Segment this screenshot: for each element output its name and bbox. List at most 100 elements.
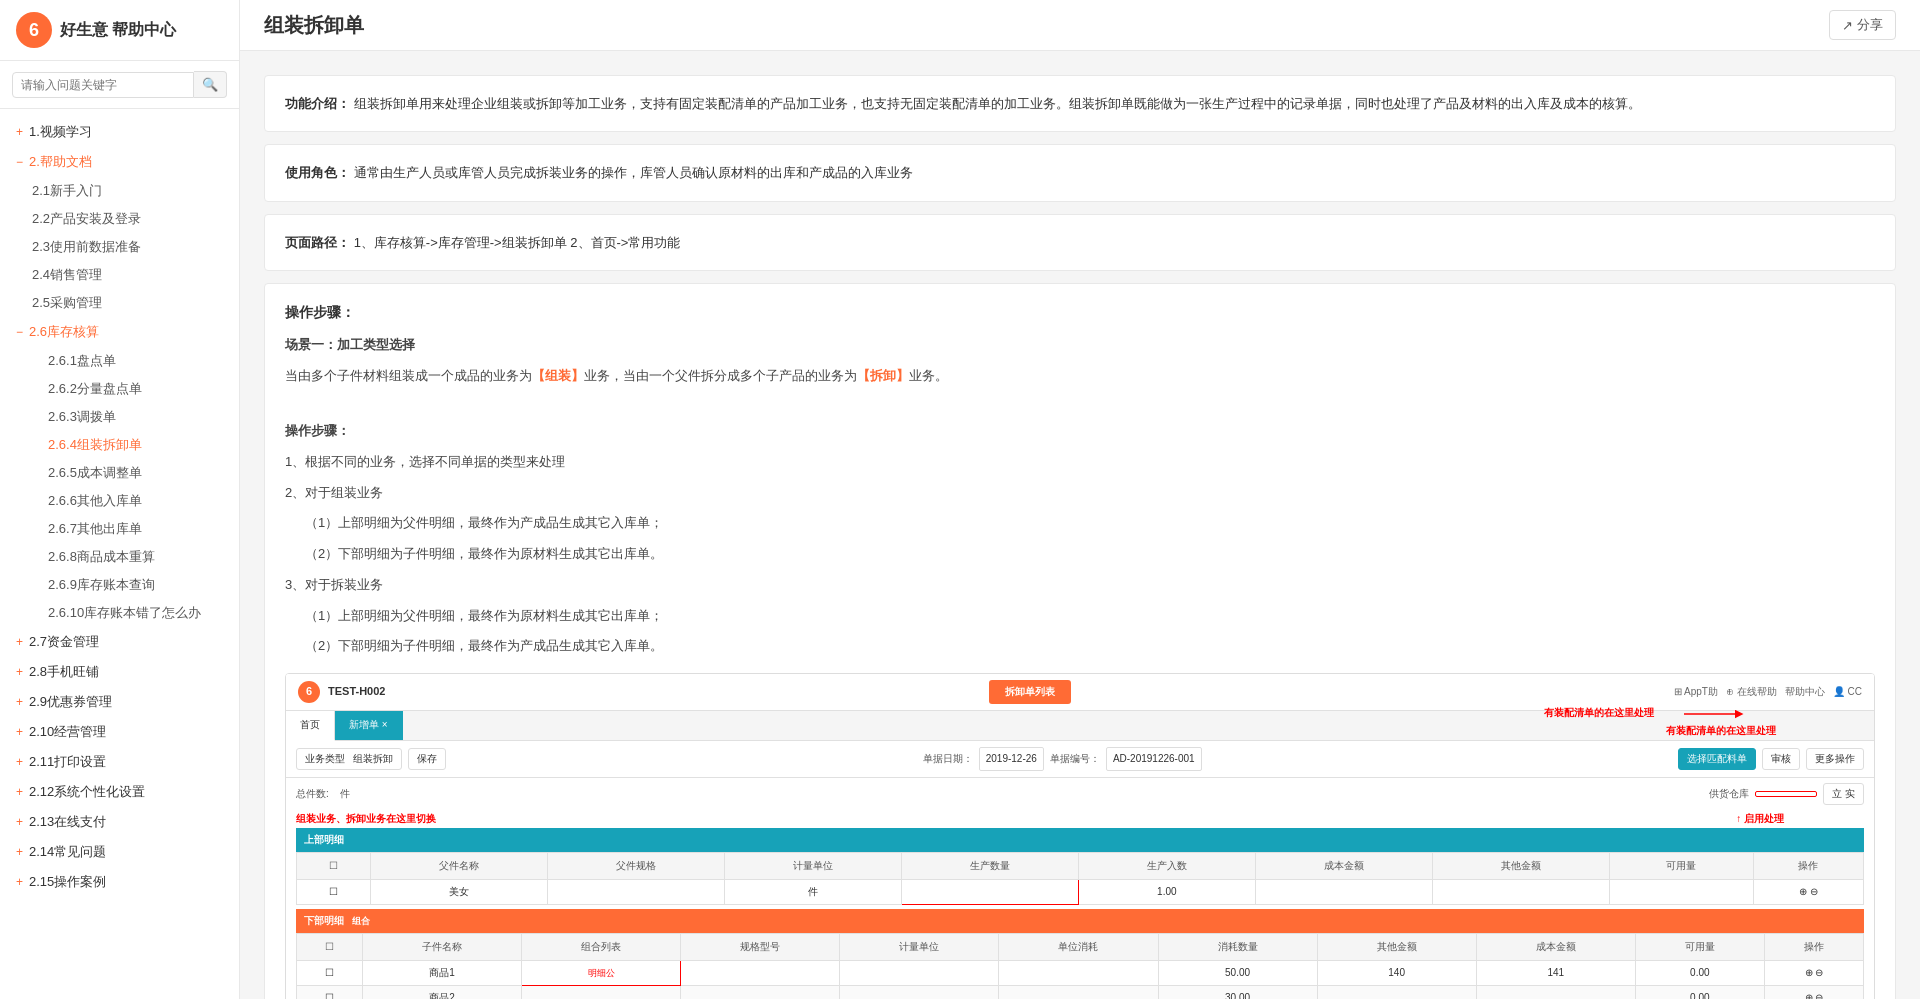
search-input[interactable] bbox=[12, 72, 194, 98]
expand-icon-2-9: + bbox=[16, 695, 23, 709]
btm-th-total: 成本金额 bbox=[1476, 933, 1635, 960]
step3-1: （1）上部明细为父件明细，最终作为原材料生成其它出库单； bbox=[305, 604, 1875, 629]
use-role-text: 通常由生产人员或库管人员完成拆装业务的操作，库管人员确认原材料的出库和产成品的入… bbox=[354, 165, 913, 180]
top-td-name-1: 美女 bbox=[370, 879, 547, 904]
sidebar-item-2-14[interactable]: + 2.14常见问题 bbox=[0, 837, 239, 867]
sidebar-header: 6 好生意 帮助中心 bbox=[0, 0, 239, 61]
app-btn-save[interactable]: 保存 bbox=[408, 748, 446, 770]
sidebar-item-2-6[interactable]: − 2.6库存核算 bbox=[0, 317, 239, 347]
sidebar-item-2-8[interactable]: + 2.8手机旺铺 bbox=[0, 657, 239, 687]
app-btn-more[interactable]: 更多操作 bbox=[1806, 748, 1864, 770]
btm-td-name-2: 商品2 bbox=[363, 985, 522, 999]
sidebar-item-label-2-8: 2.8手机旺铺 bbox=[29, 663, 99, 681]
logo-icon: 6 bbox=[16, 12, 52, 48]
content-area: 功能介绍： 组装拆卸单用来处理企业组装或拆卸等加工业务，支持有固定装配清单的产品… bbox=[240, 51, 1920, 999]
sidebar-item-2-6-10[interactable]: 2.6.10库存账本错了怎么办 bbox=[0, 599, 239, 627]
btm-th-qty: 消耗数量 bbox=[1158, 933, 1317, 960]
btm-td-consume-2 bbox=[999, 985, 1158, 999]
sidebar-subitem-label-2-6-5: 2.6.5成本调整单 bbox=[48, 464, 142, 482]
app-tab-new: 新增单 × bbox=[335, 711, 403, 740]
step3-2: （2）下部明细为子件明细，最终作为产成品生成其它入库单。 bbox=[305, 634, 1875, 659]
btm-td-unit-1 bbox=[840, 960, 999, 985]
sidebar-item-2-15[interactable]: + 2.15操作案例 bbox=[0, 867, 239, 897]
app-btn-bom[interactable]: 选择匹配料单 bbox=[1678, 748, 1756, 770]
sidebar-item-label-2-12: 2.12系统个性化设置 bbox=[29, 783, 145, 801]
scene1-title: 场景一：加工类型选择 bbox=[285, 337, 415, 352]
btm-td-avail-1: 0.00 bbox=[1635, 960, 1764, 985]
share-button[interactable]: ↗ 分享 bbox=[1829, 10, 1896, 40]
sidebar-item-label-2-11: 2.11打印设置 bbox=[29, 753, 106, 771]
app-warehouse-label: 供货仓库 bbox=[1709, 785, 1749, 803]
step3: 3、对于拆装业务 bbox=[285, 573, 1875, 598]
app-tab-home: 首页 bbox=[286, 711, 335, 741]
expand-icon-1: + bbox=[16, 125, 23, 139]
steps-title: 操作步骤： bbox=[285, 300, 1875, 325]
btm-row-2: ☐ 商品2 30.00 0.00 bbox=[297, 985, 1864, 999]
step2: 2、对于组装业务 bbox=[285, 481, 1875, 506]
sidebar-item-2-11[interactable]: + 2.11打印设置 bbox=[0, 747, 239, 777]
sidebar-item-2-7[interactable]: + 2.7资金管理 bbox=[0, 627, 239, 657]
nav-tree: + 1.视频学习 − 2.帮助文档 2.1新手入门 2.2产品安装及登录 2.3… bbox=[0, 109, 239, 999]
sidebar-item-2-13[interactable]: + 2.13在线支付 bbox=[0, 807, 239, 837]
sidebar-item-2-6-6[interactable]: 2.6.6其他入库单 bbox=[0, 487, 239, 515]
expand-icon-2-13: + bbox=[16, 815, 23, 829]
sidebar-subitem-label-2-6-3: 2.6.3调拨单 bbox=[48, 408, 116, 426]
step2-2: （2）下部明细为子件明细，最终作为原材料生成其它出库单。 bbox=[305, 542, 1875, 567]
sidebar-subitem-label-2-6-10: 2.6.10库存账本错了怎么办 bbox=[48, 604, 201, 622]
btm-td-consume-1 bbox=[999, 960, 1158, 985]
func-intro-text: 组装拆卸单用来处理企业组装或拆卸等加工业务，支持有固定装配清单的产品加工业务，也… bbox=[354, 96, 1641, 111]
sidebar-item-2-6-4[interactable]: 2.6.4组装拆卸单 bbox=[0, 431, 239, 459]
sidebar-item-2-4[interactable]: 2.4销售管理 bbox=[0, 261, 239, 289]
annotation-bom: 有装配清单的在这里处理 bbox=[1666, 722, 1776, 740]
btm-td-qty-2: 30.00 bbox=[1158, 985, 1317, 999]
sidebar-item-label-2: 2.帮助文档 bbox=[29, 153, 92, 171]
app-topbar: 6 TEST-H002 拆卸单列表 ⊞ AppT助 ⊕ 在线帮助 帮助中心 👤 … bbox=[286, 674, 1874, 711]
app-warehouse-input bbox=[1755, 791, 1817, 797]
app-toolbar: 业务类型 组装拆卸 保存 单据日期： 2019-12-26 单据编号： AD-2… bbox=[286, 741, 1874, 778]
sidebar-item-2-6-8[interactable]: 2.6.8商品成本重算 bbox=[0, 543, 239, 571]
btm-td-unit-2 bbox=[840, 985, 999, 999]
top-td-other-1 bbox=[1432, 879, 1609, 904]
btm-td-other-1: 140 bbox=[1317, 960, 1476, 985]
sidebar-item-2-1[interactable]: 2.1新手入门 bbox=[0, 177, 239, 205]
sidebar-item-2-6-5[interactable]: 2.6.5成本调整单 bbox=[0, 459, 239, 487]
app-bottom-section-header: 下部明细 组合 bbox=[296, 909, 1864, 933]
top-td-op-1: ⊕ ⊖ bbox=[1753, 879, 1863, 904]
top-td-prodin-1: 1.00 bbox=[1078, 879, 1255, 904]
sidebar-item-label-2-14: 2.14常见问题 bbox=[29, 843, 106, 861]
btm-row-1: ☐ 商品1 明细公 50.00 140 141 0.00 bbox=[297, 960, 1864, 985]
app-btn-doctype[interactable]: 业务类型 组装拆卸 bbox=[296, 748, 402, 770]
sidebar-item-2-6-2[interactable]: 2.6.2分量盘点单 bbox=[0, 375, 239, 403]
sidebar-subitem-label-2-6-7: 2.6.7其他出库单 bbox=[48, 520, 142, 538]
sidebar-item-2-6-7[interactable]: 2.6.7其他出库单 bbox=[0, 515, 239, 543]
sidebar-item-2-2[interactable]: 2.2产品安装及登录 bbox=[0, 205, 239, 233]
sidebar-item-2-10[interactable]: + 2.10经营管理 bbox=[0, 717, 239, 747]
page-path-text: 1、库存核算->库存管理->组装拆卸单 2、首页->常用功能 bbox=[354, 235, 681, 250]
sidebar-item-2-5[interactable]: 2.5采购管理 bbox=[0, 289, 239, 317]
sidebar-item-1[interactable]: + 1.视频学习 bbox=[0, 117, 239, 147]
sidebar-subitem-label-2-2: 2.2产品安装及登录 bbox=[32, 210, 141, 228]
app-btn-audit[interactable]: 审核 bbox=[1762, 748, 1800, 770]
sidebar-item-2-9[interactable]: + 2.9优惠券管理 bbox=[0, 687, 239, 717]
sidebar-subitem-label-2-6-1: 2.6.1盘点单 bbox=[48, 352, 116, 370]
step1: 1、根据不同的业务，选择不同单据的类型来处理 bbox=[285, 450, 1875, 475]
app-bom-area: 有装配清单的在这里处理 选择匹配料单 bbox=[1678, 748, 1756, 770]
sidebar-item-2-6-9[interactable]: 2.6.9库存账本查询 bbox=[0, 571, 239, 599]
app-btn-confirm[interactable]: 立 实 bbox=[1823, 783, 1864, 805]
sidebar-subitem-label-2-5: 2.5采购管理 bbox=[32, 294, 102, 312]
top-th-checkbox: ☐ bbox=[297, 852, 371, 879]
expand-icon-2-11: + bbox=[16, 755, 23, 769]
btm-td-op-2: ⊕ ⊖ bbox=[1764, 985, 1863, 999]
sidebar-subitem-label-2-6-8: 2.6.8商品成本重算 bbox=[48, 548, 155, 566]
top-td-unit-1: 件 bbox=[724, 879, 901, 904]
app-top-table: ☐ 父件名称 父件规格 计量单位 生产数量 生产入数 成本金额 其他金额 可用量 bbox=[296, 852, 1864, 905]
sidebar-item-2-6-1[interactable]: 2.6.1盘点单 bbox=[0, 347, 239, 375]
search-button[interactable]: 🔍 bbox=[194, 71, 227, 98]
btm-th-bom: 组合列表 bbox=[522, 933, 681, 960]
top-th-prod-qty: 生产数量 bbox=[901, 852, 1078, 879]
sidebar-item-2[interactable]: − 2.帮助文档 bbox=[0, 147, 239, 177]
annotation-row: 总件数: 件 供货仓库 立 实 bbox=[286, 778, 1874, 808]
sidebar-item-2-6-3[interactable]: 2.6.3调拨单 bbox=[0, 403, 239, 431]
sidebar-item-2-12[interactable]: + 2.12系统个性化设置 bbox=[0, 777, 239, 807]
sidebar-item-2-3[interactable]: 2.3使用前数据准备 bbox=[0, 233, 239, 261]
